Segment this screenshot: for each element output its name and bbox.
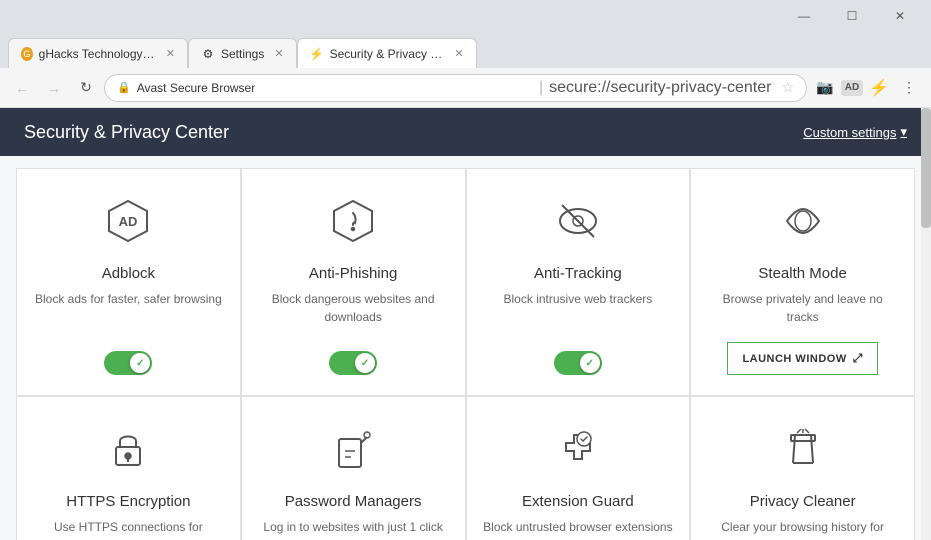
anti-tracking-card-icon bbox=[546, 189, 610, 253]
https-card-icon bbox=[96, 417, 160, 481]
anti-tracking-action: ✓ bbox=[554, 351, 602, 375]
password-desc: Log in to websites with just 1 click bbox=[263, 518, 442, 540]
scrollbar-track[interactable] bbox=[921, 108, 931, 540]
main-content: AD Adblock Block ads for faster, safer b… bbox=[0, 156, 931, 540]
adblock-desc: Block ads for faster, safer browsing bbox=[35, 290, 222, 335]
adblock-svg: AD bbox=[104, 197, 152, 245]
privacy-cleaner-svg bbox=[779, 425, 827, 473]
card-stealth-mode: Stealth Mode Browse privately and leave … bbox=[690, 168, 915, 396]
close-button[interactable]: ✕ bbox=[877, 0, 923, 32]
cards-grid: AD Adblock Block ads for faster, safer b… bbox=[16, 168, 915, 540]
stealth-svg bbox=[779, 197, 827, 245]
tab-close-security[interactable]: ✕ bbox=[454, 47, 463, 60]
anti-phishing-svg bbox=[329, 197, 377, 245]
tab-icon-ghacks: G bbox=[21, 47, 33, 61]
tab-label-settings: Settings bbox=[221, 47, 264, 61]
card-password: Password Managers Log in to websites wit… bbox=[241, 396, 466, 540]
anti-tracking-title: Anti-Tracking bbox=[534, 265, 622, 282]
adblock-title: Adblock bbox=[102, 265, 155, 282]
stealth-title: Stealth Mode bbox=[758, 265, 846, 282]
tab-ghacks[interactable]: G gHacks Technology New... ✕ bbox=[8, 38, 188, 68]
scrollbar-thumb[interactable] bbox=[921, 108, 931, 228]
card-privacy-cleaner: Privacy Cleaner Clear your browsing hist… bbox=[690, 396, 915, 540]
extension-guard-svg bbox=[554, 425, 602, 473]
browser-window: — ☐ ✕ G gHacks Technology New... ✕ ⚙ Set… bbox=[0, 0, 931, 540]
launch-icon: ⤢ bbox=[853, 351, 863, 366]
launch-window-button[interactable]: LAUNCH WINDOW ⤢ bbox=[727, 342, 877, 375]
anti-phishing-toggle-knob: ✓ bbox=[355, 353, 375, 373]
password-title: Password Managers bbox=[285, 493, 422, 510]
stealth-card-icon bbox=[771, 189, 835, 253]
https-title: HTTPS Encryption bbox=[66, 493, 190, 510]
toolbar: ← → ↻ 🔒 Avast Secure Browser | secure://… bbox=[0, 68, 931, 108]
tabs-row: G gHacks Technology New... ✕ ⚙ Settings … bbox=[0, 32, 931, 68]
anti-tracking-desc: Block intrusive web trackers bbox=[504, 290, 653, 335]
adblock-toggle[interactable]: ✓ bbox=[104, 351, 152, 375]
extension-guard-card-icon bbox=[546, 417, 610, 481]
anti-tracking-toggle[interactable]: ✓ bbox=[554, 351, 602, 375]
stealth-action: LAUNCH WINDOW ⤢ bbox=[727, 342, 877, 375]
card-extension-guard: Extension Guard Block untrusted browser … bbox=[466, 396, 691, 540]
privacy-cleaner-desc: Clear your browsing history for increase… bbox=[707, 518, 898, 540]
url-path: secure://security-privacy-center bbox=[549, 79, 771, 97]
refresh-button[interactable]: ↻ bbox=[72, 74, 100, 102]
bookmark-icon[interactable]: ☆ bbox=[781, 79, 794, 96]
tab-icon-settings: ⚙ bbox=[201, 47, 215, 61]
back-button[interactable]: ← bbox=[8, 74, 36, 102]
adblock-icon[interactable]: AD bbox=[841, 80, 863, 96]
https-desc: Use HTTPS connections for increased secu… bbox=[33, 518, 224, 540]
anti-phishing-desc: Block dangerous websites and downloads bbox=[258, 290, 449, 335]
launch-label: LAUNCH WINDOW bbox=[742, 353, 846, 365]
menu-icon[interactable]: ⋮ bbox=[895, 74, 923, 102]
card-https: HTTPS Encryption Use HTTPS connections f… bbox=[16, 396, 241, 540]
tab-security[interactable]: ⚡ Security & Privacy Cente... ✕ bbox=[297, 38, 477, 68]
anti-phishing-action: ✓ bbox=[329, 351, 377, 375]
adblock-action: ✓ bbox=[104, 351, 152, 375]
anti-phishing-toggle[interactable]: ✓ bbox=[329, 351, 377, 375]
anti-tracking-toggle-knob: ✓ bbox=[580, 353, 600, 373]
stealth-desc: Browse privately and leave no tracks bbox=[707, 290, 898, 326]
card-anti-tracking: Anti-Tracking Block intrusive web tracke… bbox=[466, 168, 691, 396]
app-header: Security & Privacy Center Custom setting… bbox=[0, 108, 931, 156]
adblock-card-icon: AD bbox=[96, 189, 160, 253]
url-prefix: Avast Secure Browser bbox=[137, 81, 533, 95]
forward-button[interactable]: → bbox=[40, 74, 68, 102]
password-svg bbox=[329, 425, 377, 473]
password-card-icon bbox=[321, 417, 385, 481]
dropdown-arrow: ▾ bbox=[900, 124, 907, 140]
adblock-toggle-knob: ✓ bbox=[130, 353, 150, 373]
tab-label-security: Security & Privacy Cente... bbox=[330, 47, 445, 61]
app-title: Security & Privacy Center bbox=[24, 122, 229, 143]
camera-icon[interactable]: 📷 bbox=[811, 74, 839, 102]
address-bar[interactable]: 🔒 Avast Secure Browser | secure://securi… bbox=[104, 74, 807, 102]
window-controls: — ☐ ✕ bbox=[781, 0, 923, 32]
toolbar-icons: 📷 AD ⚡ ⋮ bbox=[811, 74, 923, 102]
anti-tracking-svg bbox=[554, 197, 602, 245]
card-anti-phishing: Anti-Phishing Block dangerous websites a… bbox=[241, 168, 466, 396]
title-bar: — ☐ ✕ bbox=[0, 0, 931, 32]
custom-settings-button[interactable]: Custom settings ▾ bbox=[803, 124, 907, 140]
tab-icon-security: ⚡ bbox=[310, 47, 324, 61]
svg-text:AD: AD bbox=[119, 214, 138, 229]
tab-settings[interactable]: ⚙ Settings ✕ bbox=[188, 38, 297, 68]
tab-label-ghacks: gHacks Technology New... bbox=[39, 47, 156, 61]
custom-settings-label: Custom settings bbox=[803, 125, 896, 140]
anti-phishing-card-icon bbox=[321, 189, 385, 253]
avast-icon[interactable]: ⚡ bbox=[865, 74, 893, 102]
extension-guard-title: Extension Guard bbox=[522, 493, 634, 510]
privacy-cleaner-card-icon bbox=[771, 417, 835, 481]
tab-close-ghacks[interactable]: ✕ bbox=[166, 47, 175, 60]
minimize-button[interactable]: — bbox=[781, 0, 827, 32]
tab-close-settings[interactable]: ✕ bbox=[274, 47, 283, 60]
url-divider: | bbox=[539, 79, 543, 97]
maximize-button[interactable]: ☐ bbox=[829, 0, 875, 32]
extension-guard-desc: Block untrusted browser extensions from … bbox=[483, 518, 674, 540]
https-svg bbox=[104, 425, 152, 473]
card-adblock: AD Adblock Block ads for faster, safer b… bbox=[16, 168, 241, 396]
anti-phishing-title: Anti-Phishing bbox=[309, 265, 397, 282]
lock-icon: 🔒 bbox=[117, 81, 131, 94]
privacy-cleaner-title: Privacy Cleaner bbox=[750, 493, 856, 510]
